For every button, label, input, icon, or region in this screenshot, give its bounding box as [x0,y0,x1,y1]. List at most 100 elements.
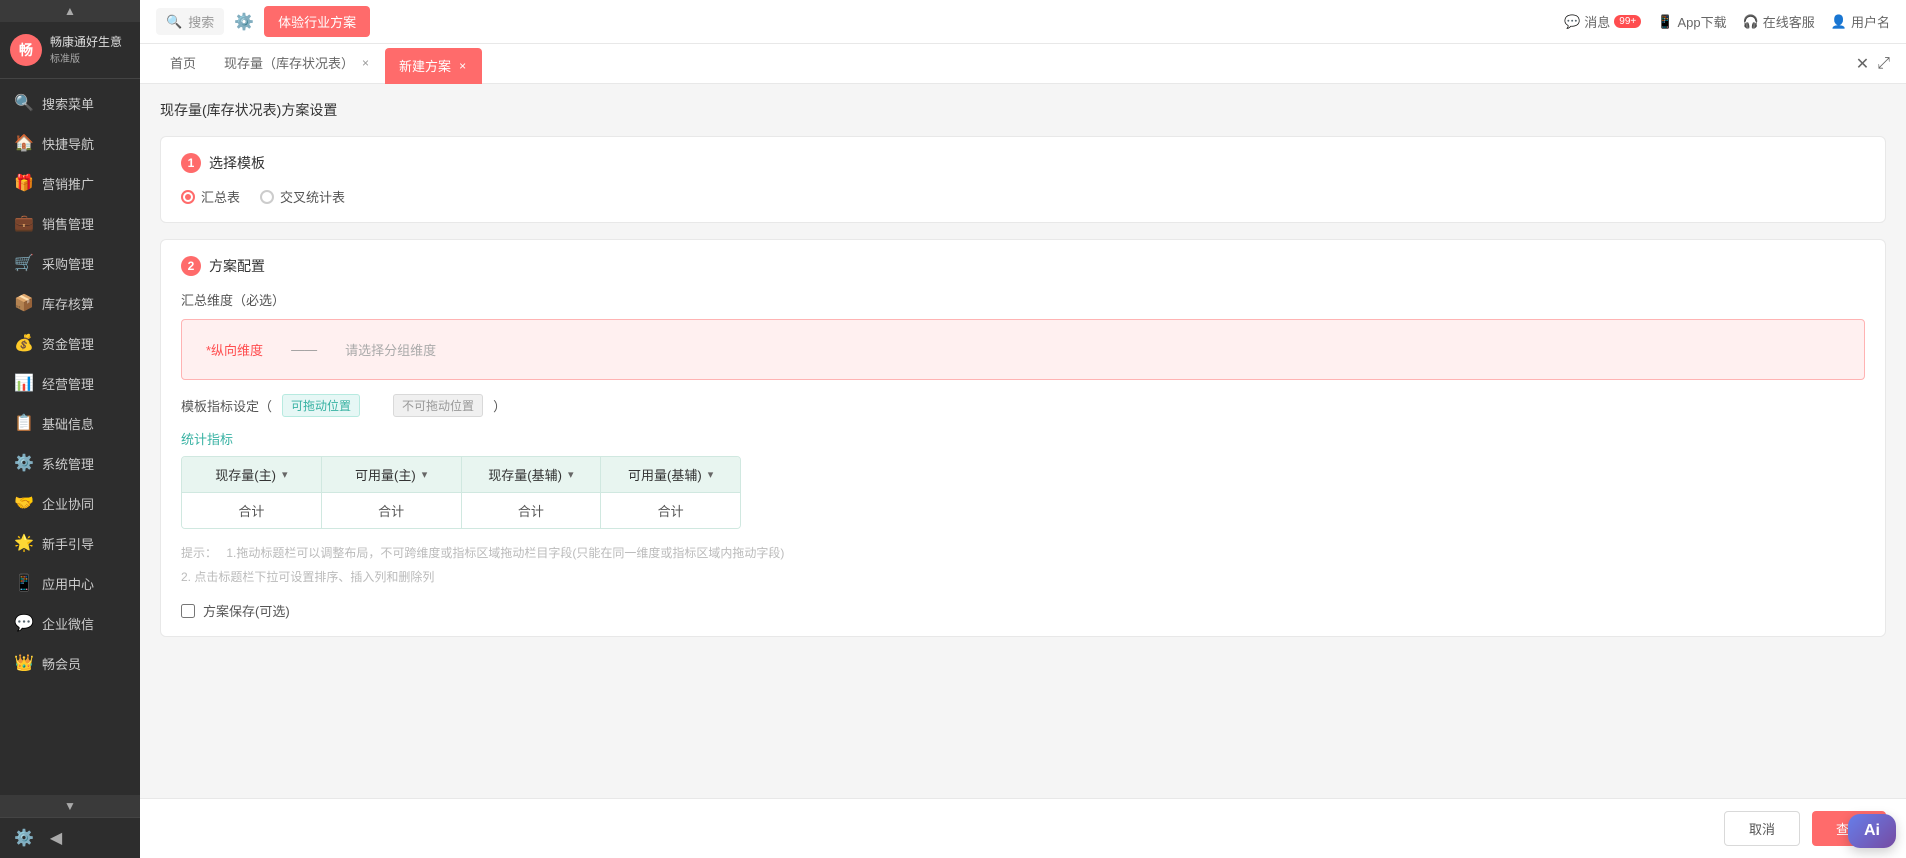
non-draggable-tag: 不可拖动位置 [393,394,483,417]
sidebar-scroll-down[interactable]: ▼ [0,795,140,817]
sidebar-item-wechat[interactable]: 💬 企业微信 [0,603,140,643]
sidebar-item-label: 经营管理 [42,374,94,393]
sidebar-item-shortcut-nav[interactable]: 🏠 快捷导航 [0,123,140,163]
sidebar-item-member[interactable]: 👑 畅会员 [0,643,140,683]
sidebar-footer: ⚙️ ◀ [0,817,140,858]
sidebar-item-marketing[interactable]: 🎁 营销推广 [0,163,140,203]
tip-title: 提示： [181,546,223,560]
user-name: 用户名 [1851,12,1890,31]
online-service-btn[interactable]: 🎧 在线客服 [1743,12,1815,31]
topbar-left: 🔍 搜索 ⚙️ 体验行业方案 [156,6,370,37]
ai-float-button[interactable]: Ai [1848,814,1896,848]
tab-new-plan[interactable]: 新建方案 × [385,48,482,84]
sidebar-item-cooperation[interactable]: 🤝 企业协同 [0,483,140,523]
tip-2-text: 2. 点击标题栏下拉可设置排序、插入列和删除列 [181,570,434,584]
radio-cross-circle [260,190,274,204]
sidebar-item-label: 企业微信 [42,614,94,633]
radio-cross-label: 交叉统计表 [280,187,345,206]
search-menu-icon: 🔍 [14,93,34,113]
stats-col-head-4[interactable]: 可用量(基辅) ▾ [601,457,740,492]
gear-button[interactable]: ⚙️ [234,12,254,32]
vertical-dimension-placeholder: 请选择分组维度 [345,340,436,359]
draggable-tag: 可拖动位置 [282,394,360,417]
sidebar-item-operations[interactable]: 📊 经营管理 [0,363,140,403]
vertical-dimension-required: *纵向维度 [206,340,263,359]
footer-bar: 取消 查询 [140,798,1906,858]
app-download-icon: 📱 [1657,14,1673,30]
headset-icon: 🎧 [1743,14,1759,30]
chevron-down-icon-4: ▾ [708,468,714,481]
sidebar-item-purchase[interactable]: 🛒 采购管理 [0,243,140,283]
shortcut-nav-icon: 🏠 [14,133,34,153]
sidebar-item-basic-info[interactable]: 📋 基础信息 [0,403,140,443]
sidebar-scroll-up[interactable]: ▲ [0,0,140,22]
app-version: 标准版 [50,50,122,65]
tab-new-plan-close[interactable]: × [457,57,468,75]
sidebar-item-system[interactable]: ⚙️ 系统管理 [0,443,140,483]
chevron-down-icon-1: ▾ [282,468,288,481]
purchase-icon: 🛒 [14,253,34,273]
sidebar-item-label: 系统管理 [42,454,94,473]
app-download-btn[interactable]: 📱 App下载 [1657,12,1726,31]
sidebar-item-app-center[interactable]: 📱 应用中心 [0,563,140,603]
industry-btn[interactable]: 体验行业方案 [264,6,370,37]
message-btn[interactable]: 💬 消息 99+ [1564,12,1641,31]
sidebar-nav: 🔍 搜索菜单 🏠 快捷导航 🎁 营销推广 💼 销售管理 🛒 采购管理 📦 库存核… [0,79,140,795]
sidebar-item-label: 库存核算 [42,294,94,313]
marketing-icon: 🎁 [14,173,34,193]
save-checkbox[interactable] [181,604,195,618]
stats-col-cell-3: 合计 [462,493,602,528]
sidebar-item-finance[interactable]: 💰 资金管理 [0,323,140,363]
stats-col-head-2[interactable]: 可用量(主) ▾ [322,457,462,492]
sidebar-item-label: 搜索菜单 [42,94,94,113]
user-icon: 👤 [1831,14,1847,30]
content-area: 现存量(库存状况表)方案设置 1 选择模板 汇总表 交叉统计表 2 [140,84,1906,798]
col1-label: 现存量(主) [215,465,276,484]
app-download-label: App下载 [1677,12,1726,31]
stats-table-row-1: 合计 合计 合计 合计 [182,492,740,528]
message-icon: 💬 [1564,14,1580,30]
step2-card: 2 方案配置 汇总维度（必选） *纵向维度 —— 请选择分组维度 模板指标设定（… [160,239,1886,637]
tabs-bar: 首页 现存量（库存状况表） × 新建方案 × ✕ ⤢ [140,44,1906,84]
tip-1: 提示： 1.拖动标题栏可以调整布局，不可跨维度或指标区域拖动栏目字段(只能在同一… [181,541,1865,565]
window-expand-btn[interactable]: ⤢ [1877,54,1890,74]
tab-inventory[interactable]: 现存量（库存状况表） × [210,44,385,84]
footer-settings-icon[interactable]: ⚙️ [14,828,34,848]
logo-icon: 畅 [10,34,42,66]
stats-col-head-1[interactable]: 现存量(主) ▾ [182,457,322,492]
window-close-btn[interactable]: ✕ [1856,54,1869,74]
col4-label: 可用量(基辅) [628,465,702,484]
stats-col-cell-1: 合计 [182,493,322,528]
sidebar-item-search-menu[interactable]: 🔍 搜索菜单 [0,83,140,123]
radio-summary[interactable]: 汇总表 [181,187,240,206]
inventory-icon: 📦 [14,293,34,313]
step1-title: 选择模板 [209,153,265,173]
dimension-box[interactable]: *纵向维度 —— 请选择分组维度 [181,319,1865,380]
step1-header: 1 选择模板 [181,153,1865,173]
sidebar-item-new-guide[interactable]: 🌟 新手引导 [0,523,140,563]
app-center-icon: 📱 [14,573,34,593]
tab-actions: ✕ ⤢ [1856,54,1890,74]
search-box[interactable]: 🔍 搜索 [156,8,224,35]
stats-col-head-3[interactable]: 现存量(基辅) ▾ [462,457,602,492]
sidebar-item-sales[interactable]: 💼 销售管理 [0,203,140,243]
search-placeholder: 搜索 [188,12,214,31]
col3-label: 现存量(基辅) [488,465,562,484]
sales-icon: 💼 [14,213,34,233]
sidebar-item-inventory[interactable]: 📦 库存核算 [0,283,140,323]
radio-cross[interactable]: 交叉统计表 [260,187,345,206]
message-label: 消息 [1584,12,1610,31]
sidebar-item-label: 采购管理 [42,254,94,273]
basic-info-icon: 📋 [14,413,34,433]
tab-home[interactable]: 首页 [156,44,210,84]
cancel-button[interactable]: 取消 [1724,811,1800,846]
summary-dimension-label: 汇总维度（必选） [181,290,1865,309]
indicator-settings-close: ） [493,396,506,415]
user-avatar[interactable]: 👤 用户名 [1831,12,1890,31]
sidebar-item-label: 畅会员 [42,654,81,673]
indicator-label: 模板指标设定（ 可拖动位置 不可拖动位置 ） [181,394,1865,417]
tab-inventory-close[interactable]: × [360,54,371,72]
search-icon: 🔍 [166,14,182,30]
operations-icon: 📊 [14,373,34,393]
footer-collapse-icon[interactable]: ◀ [50,828,62,848]
